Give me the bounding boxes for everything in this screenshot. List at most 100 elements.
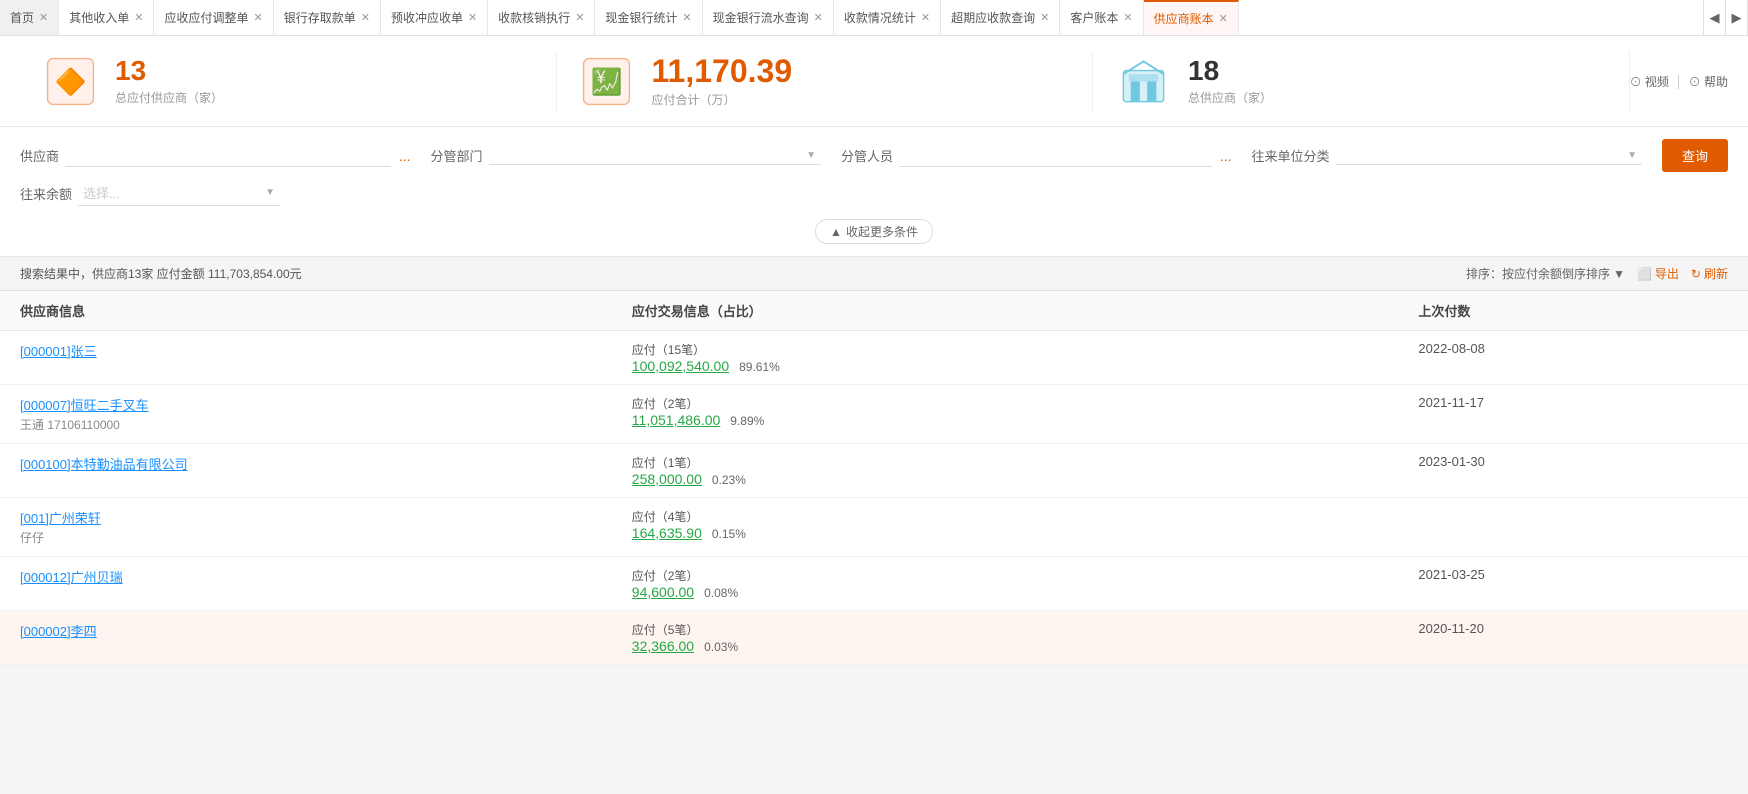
nav-tab-customer-account[interactable]: 客户账本 ✕ (1060, 0, 1143, 35)
collapse-up-icon: ▲ (830, 225, 842, 239)
nav-next-button[interactable]: ▶ (1726, 0, 1748, 36)
close-icon[interactable]: ✕ (921, 11, 930, 24)
supplier-link[interactable]: [000007]恒旺二手叉车 (20, 398, 149, 413)
supplier-link[interactable]: [000100]本特勤油品有限公司 (20, 457, 188, 472)
close-icon[interactable]: ✕ (1123, 11, 1132, 24)
tx-amount[interactable]: 258,000.00 (632, 471, 702, 487)
tx-label: 应付（4笔） (632, 508, 1379, 525)
tx-percent: 0.03% (704, 640, 738, 654)
result-summary-text: 搜索结果中，供应商13家 应付金额 111,703,854.00元 (20, 265, 302, 282)
tx-info-cell: 应付（5笔）32,366.00 0.03% (612, 611, 1399, 665)
close-icon[interactable]: ✕ (682, 11, 691, 24)
nav-tab-supplier-account[interactable]: 供应商账本 ✕ (1144, 0, 1239, 35)
total-suppliers-number: 18 (1188, 56, 1272, 87)
nav-tab-ar-ap-adjust[interactable]: 应收应付调整单 ✕ (154, 0, 273, 35)
collapse-label: 收起更多条件 (846, 223, 918, 240)
col-last-payment: 上次付数 (1398, 291, 1748, 331)
balance-select[interactable]: 选择... ▼ (78, 180, 280, 206)
collapse-bar: ▲ 收起更多条件 (20, 214, 1728, 244)
total-suppliers-label: 总供应商（家） (1188, 89, 1272, 106)
table-container: 供应商信息 应付交易信息（占比） 上次付数 [000001]张三应付（15笔）1… (0, 291, 1748, 665)
supplier-link[interactable]: [001]广州荣轩 (20, 511, 101, 526)
nav-tab-overdue-ar[interactable]: 超期应收款查询 ✕ (941, 0, 1060, 35)
supplier-link[interactable]: [000012]广州贝瑞 (20, 570, 123, 585)
summary-card-ap-suppliers: 🔶 13 总应付供应商（家） (20, 51, 557, 111)
nav-tab-cash-bank-stat[interactable]: 现金银行统计 ✕ (595, 0, 702, 35)
tx-amount[interactable]: 11,051,486.00 (632, 412, 721, 428)
nav-tab-other-income[interactable]: 其他收入单 ✕ (59, 0, 154, 35)
tx-amount-row: 100,092,540.00 89.61% (632, 358, 1379, 374)
nav-tab-receipt-exec[interactable]: 收款核销执行 ✕ (488, 0, 595, 35)
nav-prev-button[interactable]: ◀ (1704, 0, 1726, 36)
close-icon[interactable]: ✕ (1040, 11, 1049, 24)
close-icon[interactable]: ✕ (468, 11, 477, 24)
close-icon[interactable]: ✕ (575, 11, 584, 24)
last-payment-cell: 2020-11-20 (1398, 611, 1748, 665)
filter-category: 往来单位分类 ▼ (1252, 146, 1643, 165)
refresh-icon: ↻ (1691, 267, 1701, 281)
export-icon: ⬜ (1637, 267, 1652, 281)
close-icon[interactable]: ✕ (134, 11, 143, 24)
nav-tab-prepay-offset[interactable]: 预收冲应收单 ✕ (381, 0, 488, 35)
collapse-button[interactable]: ▲ 收起更多条件 (815, 219, 933, 244)
close-icon[interactable]: ✕ (361, 11, 370, 24)
nav-tab-home[interactable]: 首页 ✕ (0, 0, 59, 35)
ap-total-label: 应付合计（万） (652, 91, 793, 108)
close-icon[interactable]: ✕ (814, 11, 823, 24)
tx-info-cell: 应付（2笔）94,600.000.08% (612, 557, 1399, 611)
table-row: [000007]恒旺二手叉车王通 17106110000应付（2笔）11,051… (0, 385, 1748, 444)
filter-dept: 分管部门 ▼ (431, 146, 822, 165)
summary-right-links: ⊙ 视频 ⊙ 帮助 (1630, 73, 1728, 90)
tx-percent: 89.61% (739, 360, 780, 374)
summary-card-ap-total: 💹 11,170.39 应付合计（万） (557, 51, 1094, 111)
video-link[interactable]: 视频 (1645, 75, 1669, 89)
tx-amount[interactable]: 164,635.90 (632, 525, 702, 541)
category-filter-label: 往来单位分类 (1252, 146, 1330, 165)
person-filter-input[interactable] (899, 145, 1212, 167)
nav-tab-receipt-stat[interactable]: 收款情况统计 ✕ (834, 0, 941, 35)
filter-supplier: 供应商 ... (20, 145, 411, 167)
nav-tab-cash-bank-flow[interactable]: 现金银行流水查询 ✕ (703, 0, 834, 35)
sort-button[interactable]: 排序：按应付余额倒序排序 ▼ (1466, 265, 1625, 282)
tx-amount[interactable]: 32,366.00 (632, 638, 694, 654)
supplier-filter-input[interactable] (65, 145, 391, 167)
tx-info-cell: 应付（15笔）100,092,540.00 89.61% (612, 331, 1399, 385)
person-dots[interactable]: ... (1220, 148, 1232, 164)
export-button[interactable]: ⬜ 导出 (1637, 265, 1679, 282)
table-row: [000001]张三应付（15笔）100,092,540.0089.61%202… (0, 331, 1748, 385)
help-link[interactable]: 帮助 (1704, 75, 1728, 89)
tx-percent: 9.89% (730, 414, 764, 428)
category-dropdown-icon: ▼ (1627, 150, 1637, 161)
filter-row-1: 供应商 ... 分管部门 ▼ 分管人员 ... 往来单位分类 ▼ 查询 (20, 139, 1728, 172)
svg-text:💹: 💹 (591, 66, 623, 96)
query-button[interactable]: 查询 (1662, 139, 1728, 172)
supplier-link[interactable]: [000001]张三 (20, 344, 97, 359)
tx-label: 应付（15笔） (632, 341, 1379, 358)
last-payment-cell: 2023-01-30 (1398, 444, 1748, 498)
refresh-button[interactable]: ↻ 刷新 (1691, 265, 1728, 282)
tx-amount[interactable]: 94,600.00 (632, 584, 694, 600)
tx-amount-row: 11,051,486.00 9.89% (632, 412, 1379, 428)
tx-percent: 0.15% (712, 527, 746, 541)
close-icon[interactable]: ✕ (1219, 12, 1228, 25)
ap-suppliers-label: 总应付供应商（家） (115, 89, 223, 106)
last-payment-cell: 2021-03-25 (1398, 557, 1748, 611)
col-tx-info: 应付交易信息（占比） (612, 291, 1399, 331)
tx-info-cell: 应付（2笔）11,051,486.009.89% (612, 385, 1399, 444)
sort-label: 排序：按应付余额倒序排序 (1466, 265, 1610, 282)
tx-info-cell: 应付（1笔）258,000.000.23% (612, 444, 1399, 498)
nav-tab-bank-deposit[interactable]: 银行存取款单 ✕ (274, 0, 381, 35)
dept-select[interactable]: ▼ (489, 147, 821, 165)
close-icon[interactable]: ✕ (39, 11, 48, 24)
tx-amount[interactable]: 100,092,540.00 (632, 358, 729, 374)
table-row: [001]广州荣轩仔仔 应付（4笔）164,635.90 0.15% (0, 498, 1748, 557)
tx-label: 应付（5笔） (632, 621, 1379, 638)
supplier-dots[interactable]: ... (399, 148, 411, 164)
summary-card-total-suppliers: 18 总供应商（家） (1093, 51, 1630, 111)
supplier-link[interactable]: [000002]李四 (20, 624, 97, 639)
dept-filter-label: 分管部门 (431, 146, 483, 165)
close-icon[interactable]: ✕ (253, 11, 262, 24)
supplier-sub-info: 仔仔 (20, 529, 592, 546)
table-row: [000002]李四 应付（5笔）32,366.00 0.03% 2020-11-20 (0, 611, 1748, 665)
category-select[interactable]: ▼ (1336, 147, 1642, 165)
